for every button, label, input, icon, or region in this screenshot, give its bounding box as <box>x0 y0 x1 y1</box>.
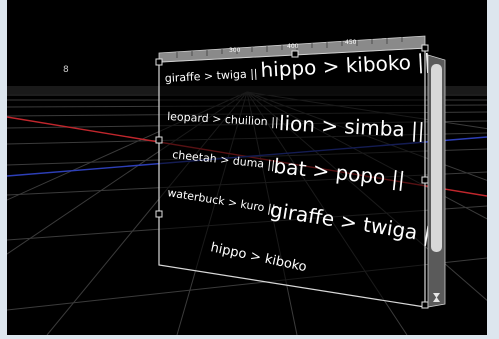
pivot-icon[interactable]: 8 <box>63 66 69 75</box>
handle-bottom-left <box>155 210 163 218</box>
ruler-label-3: 450 <box>345 39 357 46</box>
handle-top-left <box>155 58 163 66</box>
scene-canvas: 300 400 450 giraffe > twiga || hippo > k… <box>7 35 487 335</box>
ruler-label-1: 300 <box>229 47 241 54</box>
3d-viewport[interactable]: 300 400 450 giraffe > twiga || hippo > k… <box>7 0 487 335</box>
scrollbar-thumb[interactable] <box>431 64 442 252</box>
handle-mid-left <box>155 136 163 144</box>
text-panel[interactable]: 300 400 450 giraffe > twiga || hippo > k… <box>155 35 446 309</box>
handle-bottom-right <box>421 301 429 309</box>
handle-mid-right <box>421 176 429 184</box>
ruler-label-2: 400 <box>287 43 299 50</box>
